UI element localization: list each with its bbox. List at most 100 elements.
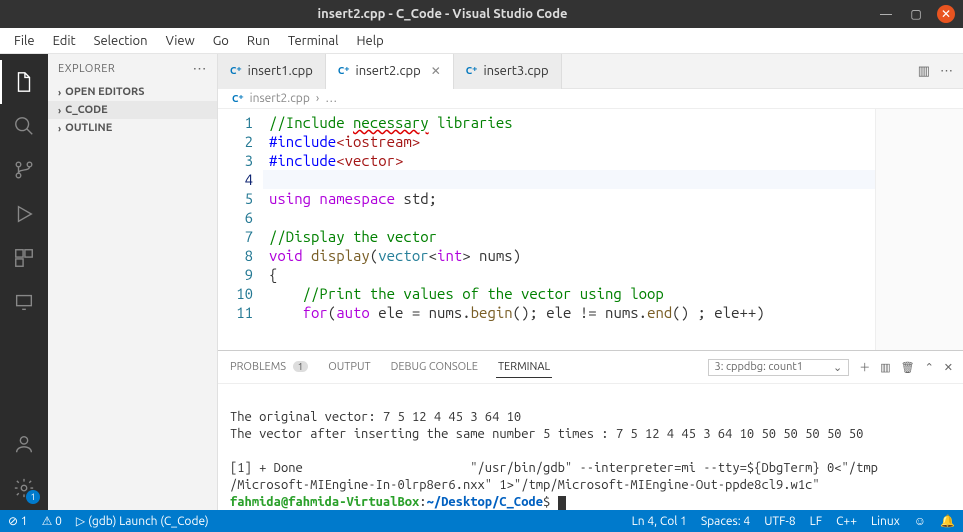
activity-settings[interactable]: 1: [0, 466, 48, 510]
tab-insert1[interactable]: C⁺ insert1.cpp: [218, 54, 326, 89]
terminal-prompt-path: ~/Desktop/C_Code: [427, 495, 543, 509]
panel-tabs: PROBLEMS 1 OUTPUT DEBUG CONSOLE TERMINAL…: [218, 351, 963, 384]
terminal-line: [1] + Done "/usr/bin/gdb" --interpreter=…: [230, 461, 878, 475]
terminal-line: The original vector: 7 5 12 4 45 3 64 10: [230, 410, 521, 424]
extensions-icon: [13, 247, 35, 269]
window-controls: — ▢ ✕: [877, 5, 955, 23]
sidebar-explorer: EXPLORER ⋯ › OPEN EDITORS › C_CODE › OUT…: [48, 54, 218, 510]
editor-area: C⁺ insert1.cpp C⁺ insert2.cpp ✕ C⁺ inser…: [218, 54, 963, 510]
menu-edit[interactable]: Edit: [45, 32, 84, 50]
minimap[interactable]: [875, 109, 963, 350]
chevron-right-icon: ›: [58, 123, 61, 134]
status-errors[interactable]: ⊘ 1: [8, 514, 28, 528]
activity-explorer[interactable]: [0, 60, 48, 104]
breadcrumb-more: …: [325, 92, 337, 105]
sidebar-title: EXPLORER: [58, 63, 115, 75]
menu-go[interactable]: Go: [205, 32, 237, 50]
maximize-button[interactable]: ▢: [907, 5, 925, 23]
problems-badge: 1: [293, 361, 309, 372]
tab-close-icon[interactable]: ✕: [431, 64, 441, 78]
menubar: File Edit Selection View Go Run Terminal…: [0, 28, 963, 54]
status-encoding[interactable]: UTF-8: [764, 514, 795, 528]
terminal-select[interactable]: 3: cppdbg: count1 ⌄: [708, 359, 850, 376]
menu-selection[interactable]: Selection: [86, 32, 156, 50]
sidebar-section-label: C_CODE: [65, 104, 108, 116]
status-spaces[interactable]: Spaces: 4: [701, 514, 750, 528]
status-lncol[interactable]: Ln 4, Col 1: [632, 514, 687, 528]
activity-search[interactable]: [0, 104, 48, 148]
cpp-file-icon: C⁺: [466, 65, 478, 77]
terminal-line: The vector after inserting the same numb…: [230, 427, 863, 441]
activity-remote[interactable]: [0, 280, 48, 324]
panel-tab-debug[interactable]: DEBUG CONSOLE: [389, 357, 480, 377]
panel-tab-problems[interactable]: PROBLEMS 1: [228, 357, 310, 377]
status-eol[interactable]: LF: [810, 514, 822, 528]
activity-bar: 1: [0, 54, 48, 510]
menu-help[interactable]: Help: [348, 32, 391, 50]
line-gutter: 1234567891011: [218, 109, 263, 350]
menu-terminal[interactable]: Terminal: [280, 32, 347, 50]
files-icon: [13, 71, 35, 93]
terminal-content[interactable]: The original vector: 7 5 12 4 45 3 64 10…: [218, 384, 963, 510]
remote-icon: [13, 291, 35, 313]
sidebar-header: EXPLORER ⋯: [48, 54, 217, 83]
activity-run-debug[interactable]: [0, 192, 48, 236]
sidebar-section-label: OPEN EDITORS: [65, 86, 144, 98]
status-warnings[interactable]: ⚠ 0: [42, 514, 62, 528]
titlebar: insert2.cpp - C_Code - Visual Studio Cod…: [0, 0, 963, 28]
sidebar-section-open-editors[interactable]: › OPEN EDITORS: [48, 83, 217, 101]
activity-source-control[interactable]: [0, 148, 48, 192]
debug-icon: ▷: [76, 514, 85, 528]
status-os[interactable]: Linux: [871, 514, 900, 528]
sidebar-section-workspace[interactable]: › C_CODE: [48, 101, 217, 119]
maximize-panel-icon[interactable]: ⌃: [925, 361, 934, 374]
play-icon: [13, 203, 35, 225]
editor-tabs: C⁺ insert1.cpp C⁺ insert2.cpp ✕ C⁺ inser…: [218, 54, 963, 89]
chevron-down-icon: ⌄: [833, 361, 842, 374]
branch-icon: [13, 159, 35, 181]
tab-label: insert3.cpp: [483, 64, 548, 78]
kill-terminal-icon[interactable]: 🗑: [901, 361, 915, 374]
menu-run[interactable]: Run: [239, 32, 278, 50]
status-bell-icon[interactable]: 🔔: [940, 514, 955, 528]
terminal-prompt-user: fahmida@fahmida-VirtualBox: [230, 495, 419, 509]
chevron-right-icon: ›: [58, 87, 61, 98]
split-editor-icon[interactable]: ▥: [918, 64, 930, 79]
new-terminal-icon[interactable]: ＋: [859, 359, 870, 375]
sidebar-section-outline[interactable]: › OUTLINE: [48, 119, 217, 137]
split-terminal-icon[interactable]: ▥: [880, 361, 890, 374]
close-button[interactable]: ✕: [937, 5, 955, 23]
cpp-file-icon: C⁺: [230, 65, 242, 77]
terminal-select-value: 3: cppdbg: count1: [715, 361, 803, 373]
sidebar-more-icon[interactable]: ⋯: [193, 60, 208, 77]
terminal-line: /Microsoft-MIEngine-In-0lrp8er6.nxx" 1>"…: [230, 478, 820, 492]
breadcrumb-file: insert2.cpp: [250, 92, 310, 105]
tab-insert3[interactable]: C⁺ insert3.cpp: [454, 54, 562, 89]
menu-view[interactable]: View: [158, 32, 203, 50]
panel-tab-terminal[interactable]: TERMINAL: [496, 357, 552, 378]
terminal-cursor: [558, 496, 566, 510]
activity-extensions[interactable]: [0, 236, 48, 280]
cpp-file-icon: C⁺: [338, 65, 350, 77]
breadcrumbs[interactable]: C⁺ insert2.cpp › …: [218, 89, 963, 109]
search-icon: [13, 115, 35, 137]
chevron-right-icon: ›: [58, 105, 61, 116]
settings-badge: 1: [26, 490, 40, 504]
tab-label: insert2.cpp: [356, 64, 421, 78]
code-editor[interactable]: 1234567891011 //Include necessary librar…: [218, 109, 963, 350]
code-content[interactable]: //Include necessary libraries #include<i…: [263, 109, 875, 350]
cpp-file-icon: C⁺: [232, 93, 244, 105]
status-feedback-icon[interactable]: ☺: [914, 514, 926, 528]
window-title: insert2.cpp - C_Code - Visual Studio Cod…: [8, 7, 877, 21]
status-launch[interactable]: ▷ (gdb) Launch (C_Code): [76, 514, 209, 528]
tab-label: insert1.cpp: [248, 64, 313, 78]
status-lang[interactable]: C++: [836, 514, 857, 528]
editor-more-icon[interactable]: ⋯: [940, 64, 953, 79]
close-panel-icon[interactable]: ✕: [944, 361, 953, 374]
menu-file[interactable]: File: [6, 32, 43, 50]
panel-tab-output[interactable]: OUTPUT: [326, 357, 372, 377]
activity-accounts[interactable]: [0, 422, 48, 466]
bottom-panel: PROBLEMS 1 OUTPUT DEBUG CONSOLE TERMINAL…: [218, 350, 963, 510]
tab-insert2[interactable]: C⁺ insert2.cpp ✕: [326, 54, 454, 89]
minimize-button[interactable]: —: [877, 5, 895, 23]
